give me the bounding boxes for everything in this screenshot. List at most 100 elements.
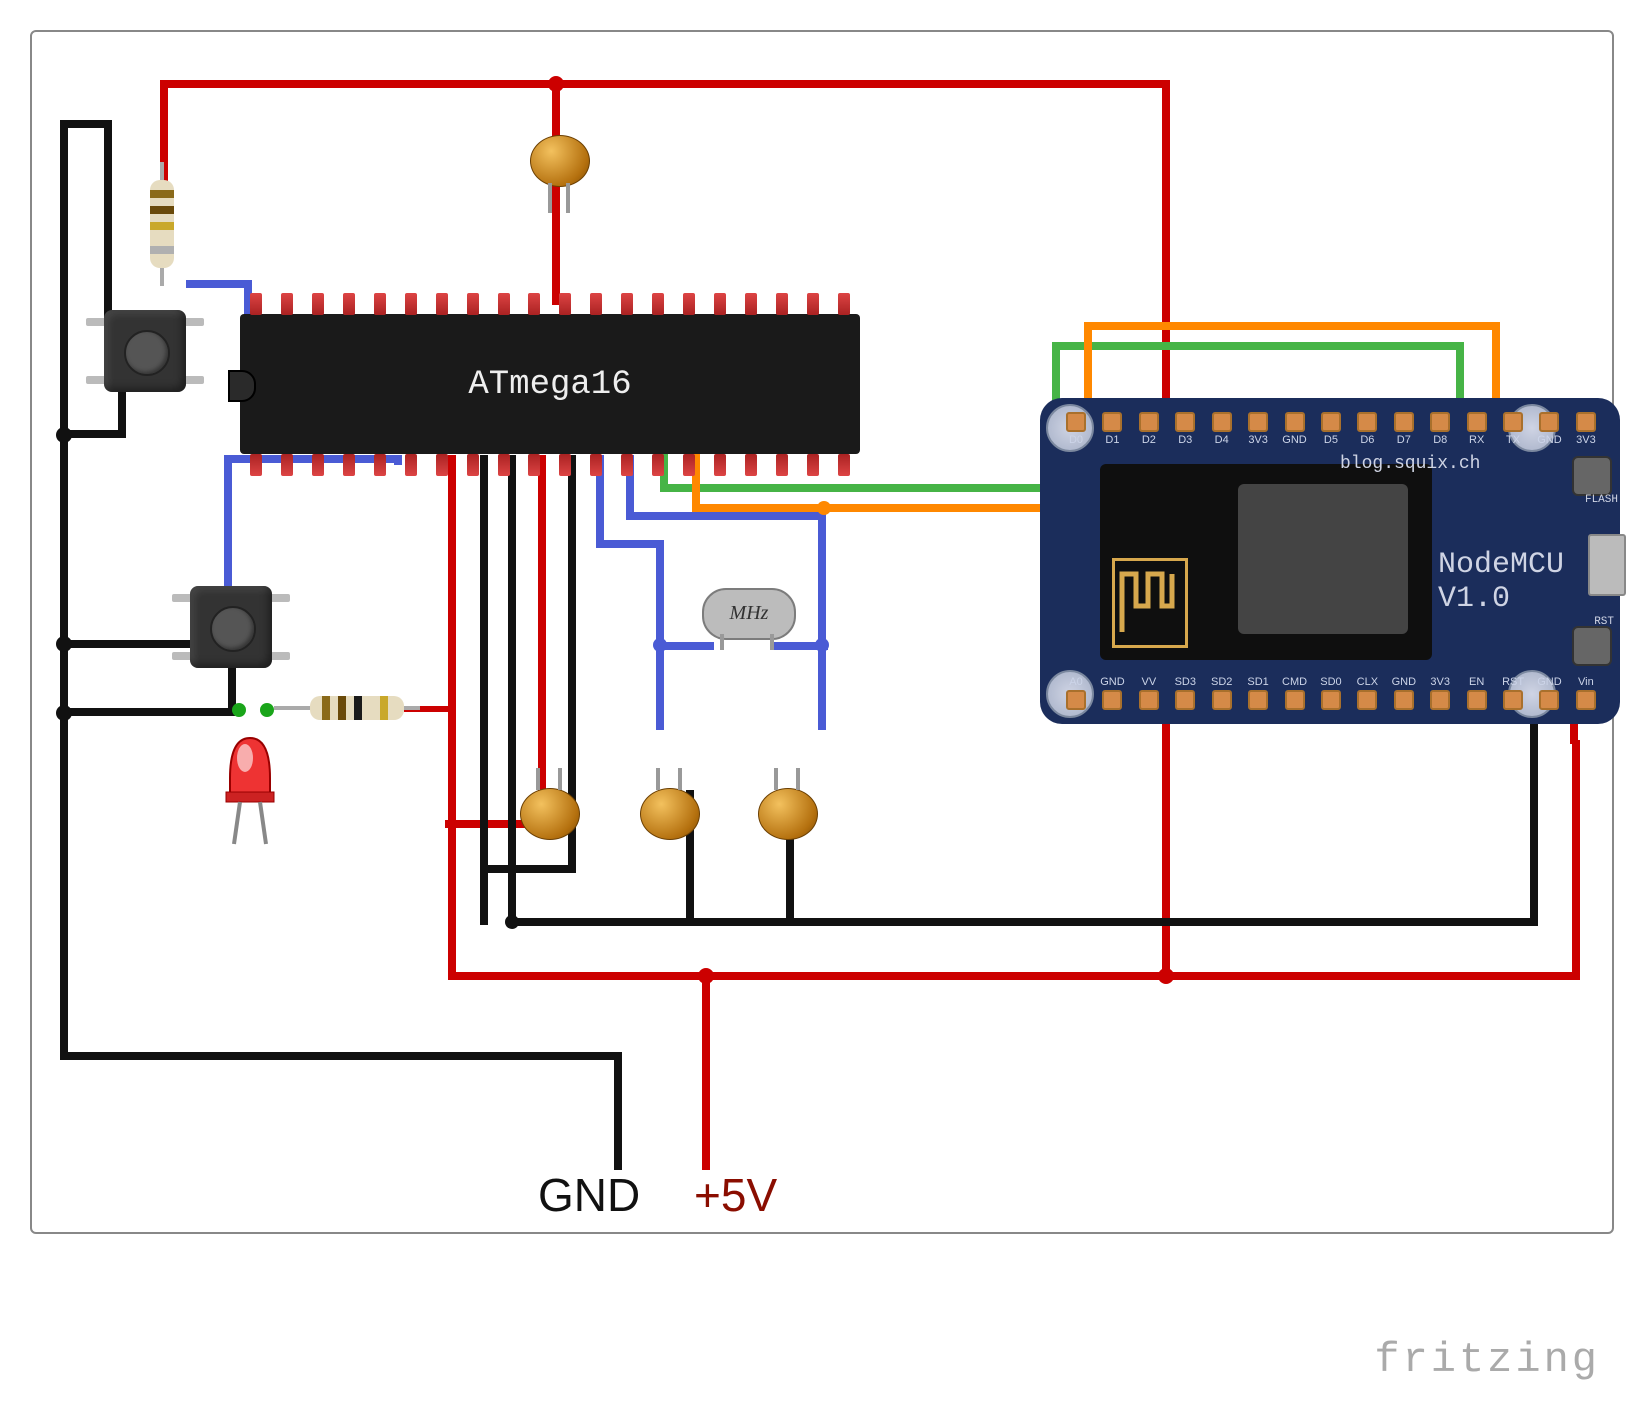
- status-led: [210, 718, 290, 848]
- cap-lead: [774, 768, 778, 790]
- node-xtal: [653, 638, 667, 652]
- wifi-antenna-trace-icon: [1118, 566, 1176, 636]
- pin-label: CMD: [1277, 676, 1313, 688]
- nodemcu-brand: blog.squix.ch: [1340, 454, 1480, 474]
- wire-vcc: [702, 972, 710, 1170]
- tool-credit: fritzing: [1374, 1336, 1600, 1384]
- wire-xtal: [656, 540, 664, 730]
- nodemcu-pin-labels-bottom: A0GNDVVSD3SD2SD1CMDSD0CLXGND3V3ENRSTGNDV…: [1058, 676, 1604, 688]
- pin-label: SD3: [1167, 676, 1203, 688]
- node-xtal: [815, 638, 829, 652]
- wire-xtal: [818, 512, 826, 730]
- pin-label: GND: [1531, 676, 1567, 688]
- pin-label: D8: [1422, 434, 1458, 446]
- nodemcu-pins-top: [1066, 412, 1596, 432]
- pin-label: D0: [1058, 434, 1094, 446]
- wire-gnd: [1530, 722, 1538, 926]
- wire-uart-tx: [660, 484, 1060, 492]
- crystal-oscillator: MHz: [702, 588, 796, 640]
- cap-lead: [796, 768, 800, 790]
- flash-button-label: FLASH: [1585, 494, 1618, 506]
- esp8266-chip-icon: [1238, 484, 1408, 634]
- xtal-load-cap-2: [758, 788, 818, 840]
- pin-label: SD2: [1204, 676, 1240, 688]
- node-led: [232, 703, 246, 717]
- wire-gnd: [614, 1052, 622, 1170]
- pin-label: 3V3: [1422, 676, 1458, 688]
- wire-vcc: [448, 455, 456, 980]
- node-gnd: [56, 705, 72, 721]
- cap-lead: [558, 768, 562, 790]
- pullup-resistor: [150, 180, 174, 268]
- wire-vcc: [450, 972, 1580, 980]
- wire-gnd: [60, 120, 68, 1060]
- pin-label: 3V3: [1240, 434, 1276, 446]
- wire-gnd: [104, 120, 112, 320]
- node-uart: [817, 501, 831, 515]
- node-vcc: [548, 76, 564, 92]
- chip-notch-icon: [228, 370, 256, 402]
- pin-label: RST: [1495, 676, 1531, 688]
- atmega16-chip: ATmega16: [240, 314, 860, 454]
- xtal-load-cap-1: [640, 788, 700, 840]
- nodemcu-pin-labels-top: D0D1D2D3D43V3GNDD5D6D7D8RXTXGND3V3: [1058, 434, 1604, 446]
- wire-gnd: [508, 918, 1538, 926]
- gnd-label: GND: [538, 1168, 640, 1222]
- wire-uart-tx: [1456, 342, 1464, 402]
- pin-label: GND: [1386, 676, 1422, 688]
- nodemcu-model-2: V1.0: [1438, 582, 1510, 616]
- pin-label: CLX: [1349, 676, 1385, 688]
- pin-label: D1: [1094, 434, 1130, 446]
- user-pushbutton[interactable]: [190, 586, 272, 668]
- pin-label: TX: [1495, 434, 1531, 446]
- cap-lead: [536, 768, 540, 790]
- pin-label: D3: [1167, 434, 1203, 446]
- wire-vcc: [160, 80, 1170, 88]
- node-gnd: [505, 915, 519, 929]
- vcc-label: +5V: [694, 1168, 777, 1222]
- wire-vcc: [552, 80, 560, 305]
- pin-label: Vin: [1568, 676, 1604, 688]
- node-gnd: [56, 427, 72, 443]
- crystal-lead: [770, 634, 774, 650]
- wire-vcc: [1572, 740, 1580, 980]
- reset-pushbutton[interactable]: [104, 310, 186, 392]
- wire-gnd: [508, 455, 516, 920]
- pin-label: GND: [1277, 434, 1313, 446]
- node-vcc: [1158, 968, 1174, 984]
- pin-label: D6: [1349, 434, 1385, 446]
- cap-lead: [678, 768, 682, 790]
- reset-button-label: RST: [1594, 616, 1614, 628]
- pin-label: A0: [1058, 676, 1094, 688]
- flash-button[interactable]: [1572, 456, 1612, 496]
- atmega16-label: ATmega16: [240, 366, 860, 404]
- nodemcu-model-1: NodeMCU: [1438, 548, 1564, 582]
- decoupling-cap: [530, 135, 590, 187]
- node-vcc: [698, 968, 714, 984]
- pin-label: D5: [1313, 434, 1349, 446]
- wire-xtal: [596, 540, 664, 548]
- wire-uart-rx: [1492, 322, 1500, 402]
- wire-gnd: [480, 865, 576, 873]
- pin-label: D4: [1204, 434, 1240, 446]
- cap-lead: [656, 768, 660, 790]
- wire-gnd: [60, 1052, 620, 1060]
- pin-label: RX: [1459, 434, 1495, 446]
- reset-button[interactable]: [1572, 626, 1612, 666]
- wire-signal: [224, 455, 232, 595]
- pin-label: 3V3: [1568, 434, 1604, 446]
- atmega-pins-top: [250, 293, 850, 315]
- pin-label: D7: [1386, 434, 1422, 446]
- wire-uart-tx: [1052, 342, 1464, 350]
- pin-label: GND: [1094, 676, 1130, 688]
- node-led: [260, 703, 274, 717]
- wire-uart-rx: [1084, 322, 1500, 330]
- crystal-label: MHz: [704, 602, 794, 625]
- wire-reset: [186, 280, 252, 288]
- cap-lead: [566, 183, 570, 213]
- bypass-cap: [520, 788, 580, 840]
- node-gnd: [56, 636, 72, 652]
- nodemcu-board: D0D1D2D3D43V3GNDD5D6D7D8RXTXGND3V3 A0GND…: [1040, 398, 1620, 724]
- wire-vcc: [1570, 722, 1578, 744]
- wire-xtal: [626, 512, 826, 520]
